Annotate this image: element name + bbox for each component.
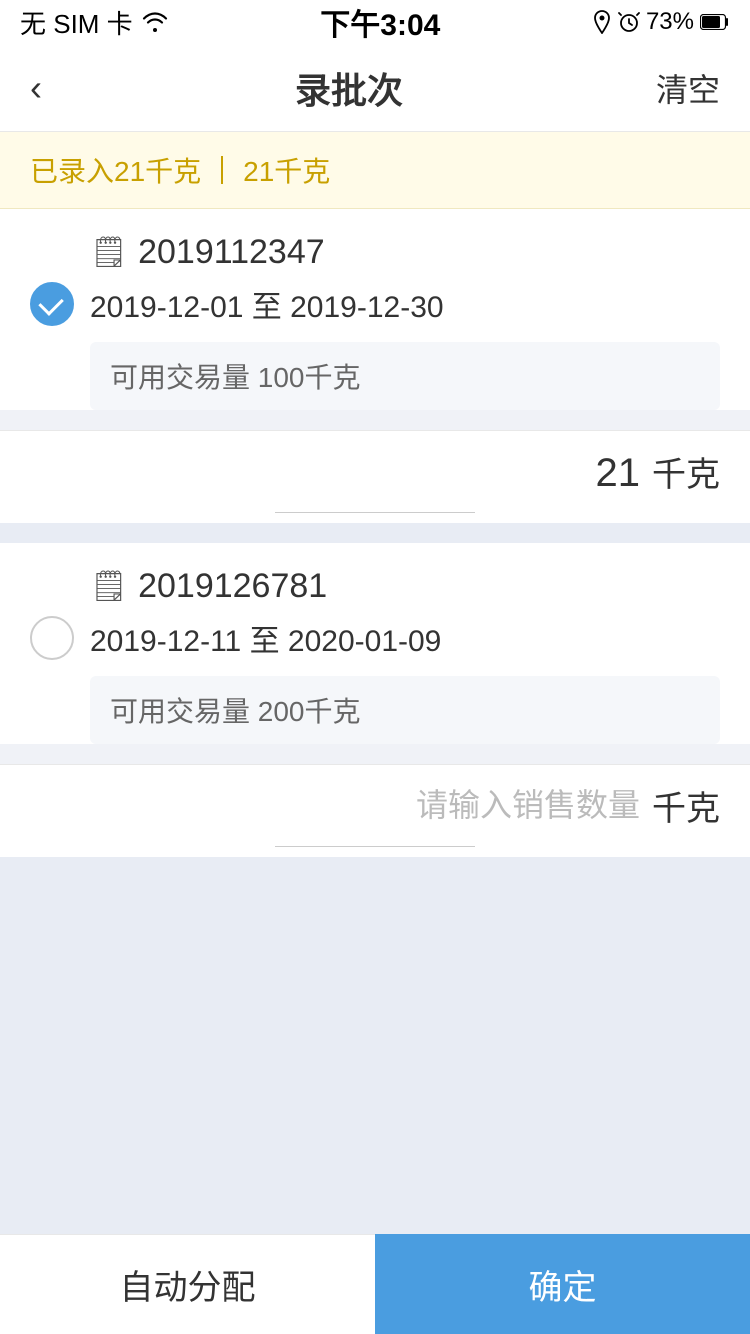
battery-icon (700, 14, 730, 30)
page-title: 录批次 (295, 62, 403, 114)
wifi-icon (141, 11, 169, 33)
summary-divider (221, 156, 223, 184)
batch-item-1: 🗒 2019112347 2019-12-01 至 2019-12-30 可用交… (0, 209, 750, 410)
input-unit-2: 千克 (652, 781, 720, 830)
summary-bar: 已录入21千克 21千克 (0, 132, 750, 209)
divider-wrapper-2 (0, 846, 750, 857)
status-right: 73% (592, 8, 730, 36)
batch-header-1: 🗒 2019112347 (30, 233, 720, 272)
radio-button-1[interactable] (30, 282, 74, 326)
gray-area (0, 857, 750, 1257)
nav-bar: ‹ 录批次 清空 (0, 44, 750, 132)
carrier-label: 无 SIM 卡 (20, 4, 133, 41)
location-icon (592, 10, 612, 34)
input-row-wrapper-2: 千克 (0, 764, 750, 857)
batch-date-2: 2019-12-11 至 2020-01-09 (90, 616, 441, 660)
battery-label: 73% (646, 8, 694, 36)
batch-id-2: 2019126781 (138, 567, 327, 606)
radio-button-2[interactable] (30, 616, 74, 660)
batch-icon-2: 🗒 (90, 569, 128, 604)
bottom-bar: 自动分配 确定 (0, 1234, 750, 1334)
batch-item-2: 🗒 2019126781 2019-12-11 至 2020-01-09 可用交… (0, 543, 750, 744)
batch-date-row-2[interactable]: 2019-12-11 至 2020-01-09 (30, 616, 720, 660)
status-time: 下午3:04 (320, 0, 440, 44)
amount-underline-2 (275, 846, 475, 847)
clear-button[interactable]: 清空 (656, 65, 720, 111)
batch-date-1: 2019-12-01 至 2019-12-30 (90, 282, 444, 326)
batch-availability-1: 可用交易量 100千克 (90, 342, 720, 410)
amount-unit-1: 千克 (652, 447, 720, 496)
batch-icon-1: 🗒 (90, 235, 128, 270)
confirm-button[interactable]: 确定 (375, 1234, 750, 1334)
status-bar: 无 SIM 卡 下午3:04 73% (0, 0, 750, 44)
input-row-2: 千克 (0, 764, 750, 846)
batch-separator (0, 523, 750, 543)
batch-date-row-1[interactable]: 2019-12-01 至 2019-12-30 (30, 282, 720, 326)
amount-number-1: 21 (596, 451, 641, 496)
batch-id-1: 2019112347 (138, 233, 325, 272)
summary-label: 已录入21千克 (30, 150, 201, 190)
batch-availability-2: 可用交易量 200千克 (90, 676, 720, 744)
alarm-icon (618, 10, 640, 34)
status-left: 无 SIM 卡 (20, 4, 169, 41)
summary-value: 21千克 (243, 150, 330, 190)
amount-row-1: 21 千克 (0, 430, 750, 512)
back-button[interactable]: ‹ (30, 67, 42, 109)
qty-input-2[interactable] (280, 787, 640, 824)
divider-wrapper-1 (0, 512, 750, 523)
batch-header-2: 🗒 2019126781 (30, 567, 720, 606)
auto-distribute-button[interactable]: 自动分配 (0, 1234, 375, 1334)
amount-underline-1 (275, 512, 475, 513)
